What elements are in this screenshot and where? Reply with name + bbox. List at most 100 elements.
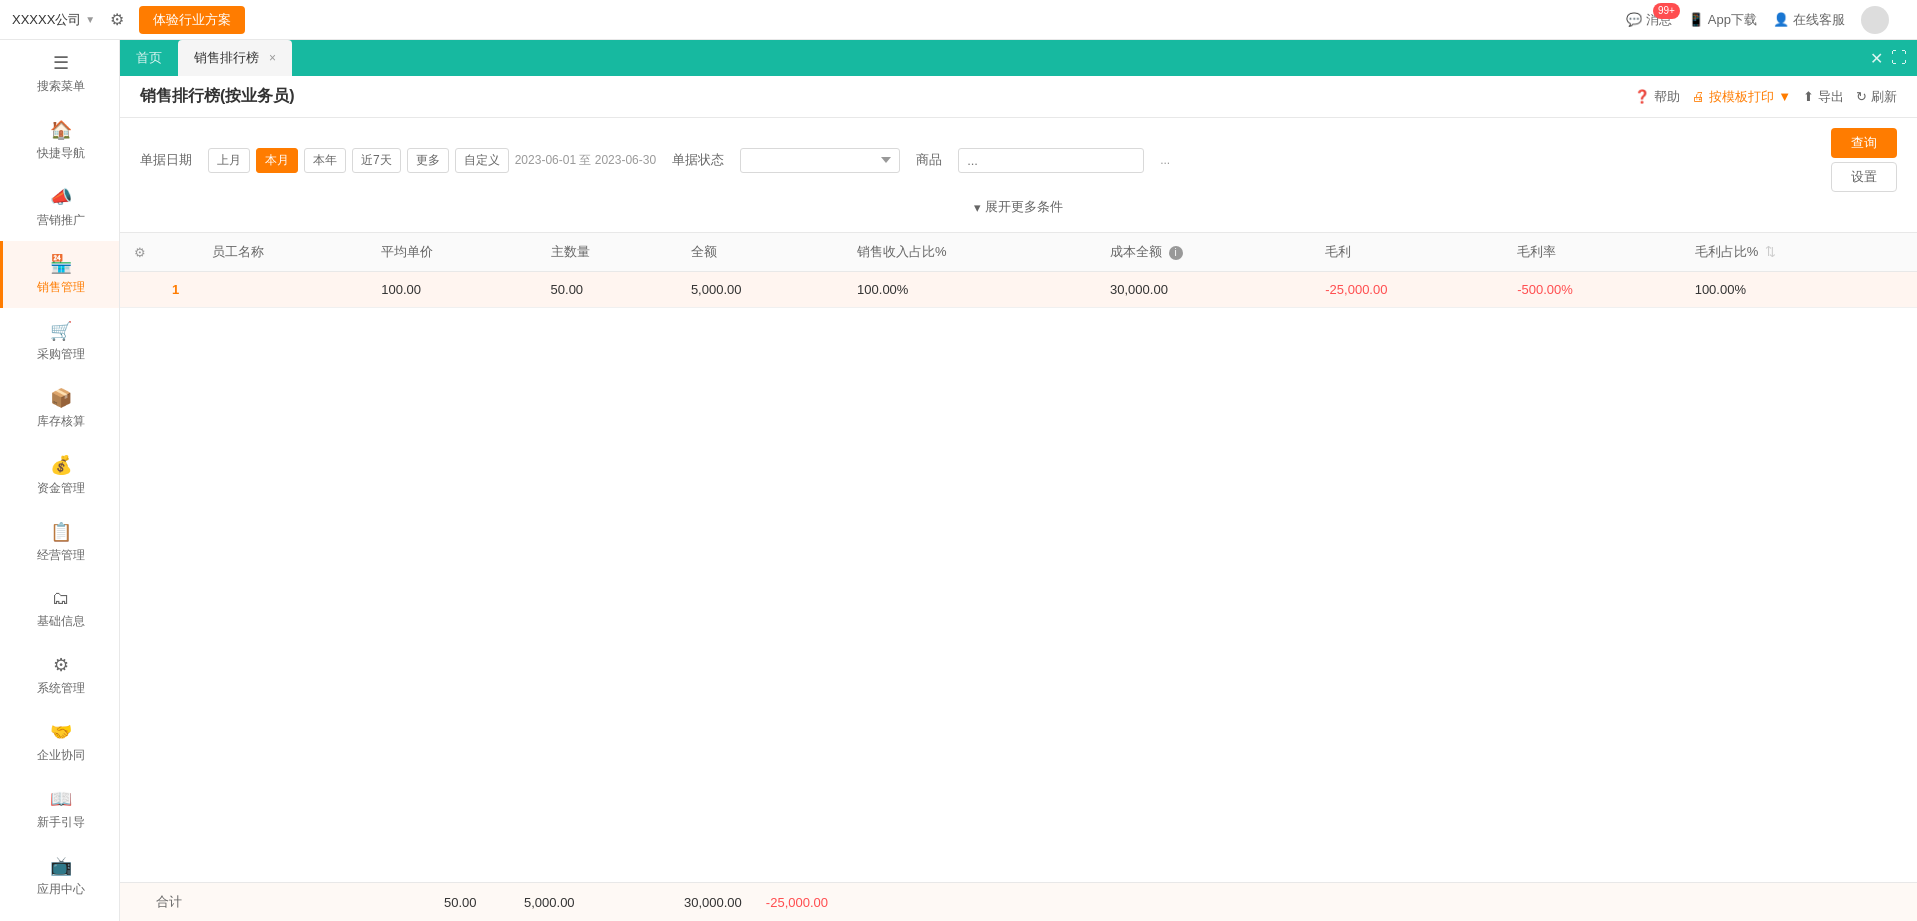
sidebar-item-wechat[interactable]: 💬 企业微信 bbox=[0, 910, 119, 921]
sidebar-item-marketing[interactable]: 📣 营销推广 bbox=[0, 174, 119, 241]
chevron-down-icon: ▾ bbox=[974, 200, 981, 215]
export-button[interactable]: ⬆ 导出 bbox=[1803, 88, 1844, 106]
download-icon: 📱 bbox=[1688, 12, 1704, 27]
avatar[interactable] bbox=[1861, 6, 1889, 34]
status-filter-select[interactable] bbox=[740, 148, 900, 173]
sidebar-item-purchase[interactable]: 🛒 采购管理 bbox=[0, 308, 119, 375]
col-gross-pct: 毛利占比% ⇅ bbox=[1683, 233, 1917, 272]
sidebar-item-label: 营销推广 bbox=[37, 212, 85, 229]
message-badge: 99+ bbox=[1653, 3, 1680, 19]
row-quantity: 50.00 bbox=[539, 272, 679, 308]
page-title: 销售排行榜(按业务员) bbox=[140, 86, 295, 107]
message-button[interactable]: 💬 消息 99+ bbox=[1626, 11, 1672, 29]
online-service-button[interactable]: 👤 在线客服 bbox=[1773, 11, 1845, 29]
sales-icon: 🏪 bbox=[50, 253, 72, 275]
sidebar-item-quick-nav[interactable]: 🏠 快捷导航 bbox=[0, 107, 119, 174]
sidebar-item-operations[interactable]: 📋 经营管理 bbox=[0, 509, 119, 576]
query-button[interactable]: 查询 bbox=[1831, 128, 1897, 158]
date-btn-7days[interactable]: 近7天 bbox=[352, 148, 401, 173]
sidebar-item-system[interactable]: ⚙ 系统管理 bbox=[0, 642, 119, 709]
col-quantity: 主数量 bbox=[539, 233, 679, 272]
content-area: 首页 销售排行榜 × ✕ ⛶ 销售排行榜(按业务员) ❓ 帮助 bbox=[120, 40, 1917, 921]
filter-settings-button[interactable]: 设置 bbox=[1831, 162, 1897, 192]
row-amount: 5,000.00 bbox=[679, 272, 845, 308]
sidebar-item-search[interactable]: ☰ 搜索菜单 bbox=[0, 40, 119, 107]
sidebar-item-label: 销售管理 bbox=[37, 279, 85, 296]
date-btn-last-month[interactable]: 上月 bbox=[208, 148, 250, 173]
trial-button[interactable]: 体验行业方案 bbox=[139, 6, 245, 34]
sidebar-item-enterprise[interactable]: 🤝 企业协同 bbox=[0, 709, 119, 776]
date-btn-custom[interactable]: 自定义 bbox=[455, 148, 509, 173]
footer-cost: 30,000.00 bbox=[672, 895, 754, 910]
page-header: 销售排行榜(按业务员) ❓ 帮助 🖨 按模板打印 ▼ ⬆ 导出 bbox=[120, 76, 1917, 118]
filter-actions: 查询 设置 bbox=[1831, 128, 1897, 192]
main-layout: ☰ 搜索菜单 🏠 快捷导航 📣 营销推广 🏪 销售管理 🛒 采购管理 📦 库存核… bbox=[0, 40, 1917, 921]
settings-button[interactable]: ⚙ bbox=[103, 6, 131, 34]
sidebar-item-label: 经营管理 bbox=[37, 547, 85, 564]
basic-info-icon: 🗂 bbox=[52, 588, 70, 609]
sidebar-item-funds[interactable]: 💰 资金管理 bbox=[0, 442, 119, 509]
sidebar: ☰ 搜索菜单 🏠 快捷导航 📣 营销推广 🏪 销售管理 🛒 采购管理 📦 库存核… bbox=[0, 40, 120, 921]
sidebar-item-guide[interactable]: 📖 新手引导 bbox=[0, 776, 119, 843]
tab-sales-ranking-label: 销售排行榜 bbox=[194, 49, 259, 67]
table-footer: 合计 50.00 5,000.00 30,000.00 -25,000.00 bbox=[120, 882, 1917, 921]
sidebar-item-label: 基础信息 bbox=[37, 613, 85, 630]
help-icon: ❓ bbox=[1634, 89, 1650, 104]
tab-maximize-icon[interactable]: ⛶ bbox=[1891, 49, 1907, 67]
sidebar-item-inventory[interactable]: 📦 库存核算 bbox=[0, 375, 119, 442]
date-range-display: 2023-06-01 至 2023-06-30 bbox=[515, 152, 656, 169]
col-cost: 成本全额 i bbox=[1098, 233, 1313, 272]
system-icon: ⚙ bbox=[53, 654, 69, 676]
export-icon: ⬆ bbox=[1803, 89, 1814, 104]
row-employee bbox=[200, 272, 369, 308]
col-employee: 员工名称 bbox=[200, 233, 369, 272]
cost-info-icon[interactable]: i bbox=[1169, 246, 1183, 260]
status-filter-label: 单据状态 bbox=[672, 151, 724, 169]
date-filter: 上月 本月 本年 近7天 更多 自定义 2023-06-01 至 2023-06… bbox=[208, 148, 656, 173]
date-btn-more[interactable]: 更多 bbox=[407, 148, 449, 173]
tab-home[interactable]: 首页 bbox=[120, 40, 178, 76]
help-button[interactable]: ❓ 帮助 bbox=[1634, 88, 1680, 106]
company-selector[interactable]: XXXXX公司 ▼ bbox=[12, 11, 95, 29]
sidebar-item-label: 库存核算 bbox=[37, 413, 85, 430]
row-settings bbox=[120, 272, 160, 308]
footer-quantity: 50.00 bbox=[432, 895, 512, 910]
app-download-button[interactable]: 📱 App下载 bbox=[1688, 11, 1757, 29]
sidebar-item-label: 快捷导航 bbox=[37, 145, 85, 162]
sidebar-item-basic-info[interactable]: 🗂 基础信息 bbox=[0, 576, 119, 642]
col-gross-rate: 毛利率 bbox=[1505, 233, 1682, 272]
row-gross-rate: -500.00% bbox=[1505, 272, 1682, 308]
col-rank bbox=[160, 233, 200, 272]
tab-bar-right: ✕ ⛶ bbox=[1870, 49, 1917, 68]
gross-pct-sort-icon[interactable]: ⇅ bbox=[1765, 244, 1776, 259]
app-center-icon: 📺 bbox=[50, 855, 72, 877]
tab-close-window-icon[interactable]: ✕ bbox=[1870, 49, 1883, 68]
expand-more-button[interactable]: ▾ 展开更多条件 bbox=[140, 192, 1897, 222]
sidebar-item-app-center[interactable]: 📺 应用中心 bbox=[0, 843, 119, 910]
goods-more-link[interactable]: ... bbox=[1160, 153, 1170, 167]
sidebar-item-label: 采购管理 bbox=[37, 346, 85, 363]
date-btn-this-month[interactable]: 本月 bbox=[256, 148, 298, 173]
company-name: XXXXX公司 bbox=[12, 11, 81, 29]
table-settings-icon[interactable]: ⚙ bbox=[134, 245, 146, 260]
col-avg-price: 平均单价 bbox=[369, 233, 538, 272]
goods-filter-input[interactable] bbox=[958, 148, 1144, 173]
tab-bar: 首页 销售排行榜 × ✕ ⛶ bbox=[120, 40, 1917, 76]
date-btn-this-year[interactable]: 本年 bbox=[304, 148, 346, 173]
footer-gross: -25,000.00 bbox=[754, 895, 840, 910]
sidebar-item-label: 应用中心 bbox=[37, 881, 85, 898]
sales-ranking-table: ⚙ 员工名称 平均单价 主数量 全额 销售收入占比% 成本全额 i 毛利 毛利率… bbox=[120, 233, 1917, 308]
row-cost: 30,000.00 bbox=[1098, 272, 1313, 308]
print-button[interactable]: 🖨 按模板打印 ▼ bbox=[1692, 88, 1791, 106]
search-menu-icon: ☰ bbox=[53, 52, 69, 74]
app-download-label: App下载 bbox=[1708, 11, 1757, 29]
row-avg-price: 100.00 bbox=[369, 272, 538, 308]
refresh-button[interactable]: ↻ 刷新 bbox=[1856, 88, 1897, 106]
tab-close-icon[interactable]: × bbox=[269, 51, 276, 65]
top-bar: XXXXX公司 ▼ ⚙ 体验行业方案 💬 消息 99+ 📱 App下载 👤 在线… bbox=[0, 0, 1917, 40]
purchase-icon: 🛒 bbox=[50, 320, 72, 342]
sidebar-item-label: 搜索菜单 bbox=[37, 78, 85, 95]
tab-sales-ranking[interactable]: 销售排行榜 × bbox=[178, 40, 292, 76]
enterprise-icon: 🤝 bbox=[50, 721, 72, 743]
sidebar-item-sales[interactable]: 🏪 销售管理 bbox=[0, 241, 119, 308]
